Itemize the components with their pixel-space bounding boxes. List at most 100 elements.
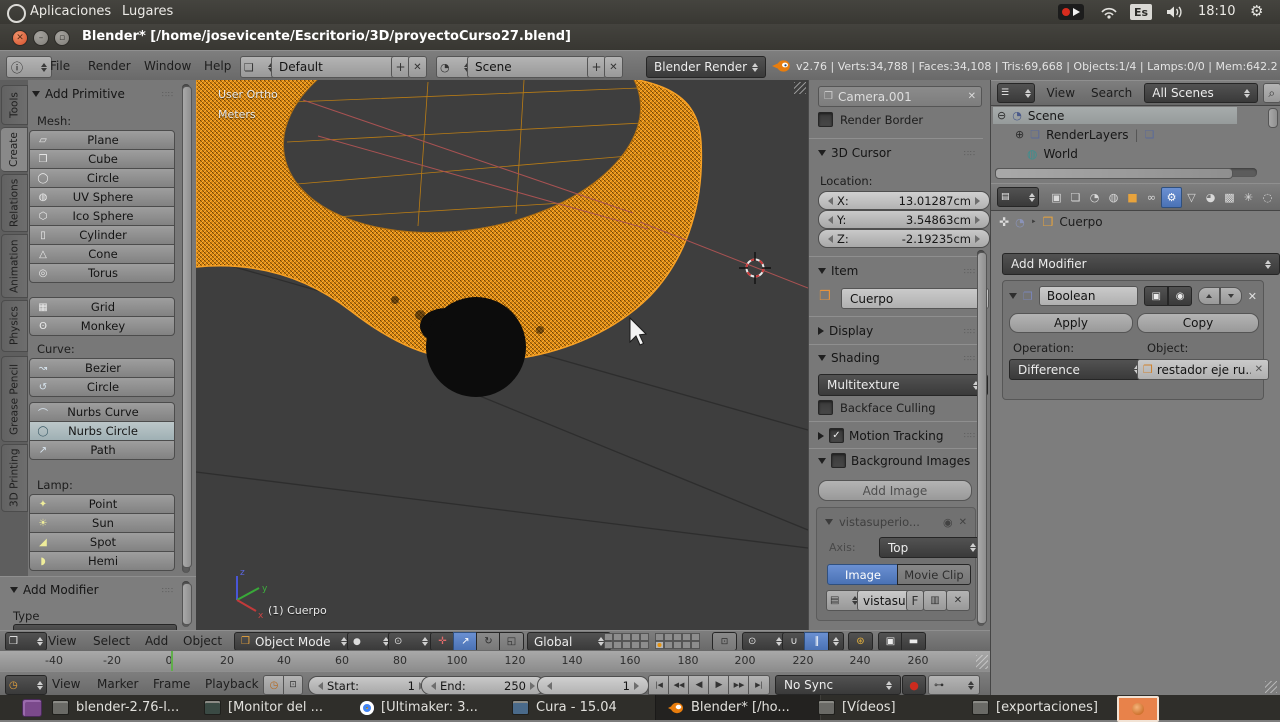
- shelf-tab-physics[interactable]: Physics: [1, 300, 28, 352]
- shelf-tab-create[interactable]: Create: [1, 127, 28, 172]
- viewport-3d[interactable]: z y x User Ortho Meters (1) Cuerpo: [196, 80, 808, 630]
- texture-tab-icon[interactable]: ▩: [1220, 188, 1239, 207]
- ubuntu-logo-icon[interactable]: [7, 4, 26, 23]
- render-visibility-toggle[interactable]: ▣: [1144, 286, 1168, 306]
- add-curve-circle-button[interactable]: ↺Circle: [29, 377, 175, 397]
- jump-to-start-button[interactable]: |◀: [648, 675, 670, 695]
- item-panel-header[interactable]: Item∷∷: [818, 264, 976, 278]
- panel-drag-dots[interactable]: ∷∷: [162, 586, 174, 595]
- add-cube-button[interactable]: ❒Cube: [29, 149, 175, 169]
- editor-type-selector[interactable]: ⓘ: [6, 56, 52, 78]
- modifier-panel-header[interactable]: ❐ Boolean ▣ ◉ ✕: [1009, 286, 1257, 306]
- speaker-icon[interactable]: [1166, 5, 1186, 19]
- viewport-menu-select[interactable]: Select: [93, 634, 130, 648]
- timeline-menu-view[interactable]: View: [52, 677, 80, 691]
- snap-peel-button[interactable]: ⊛: [848, 632, 873, 651]
- clock[interactable]: 18:10: [1198, 4, 1235, 19]
- add-primitive-panel-header[interactable]: Add Primitive ∷∷: [32, 87, 174, 101]
- snap-element-dropdown[interactable]: [828, 632, 844, 651]
- window-title-bar[interactable]: ✕ – ▫ Blender* [/home/josevicente/Escrit…: [0, 24, 1280, 50]
- menu-render[interactable]: Render: [88, 59, 131, 73]
- snap-toggle-button[interactable]: ∪: [782, 632, 806, 651]
- pivot-point-dropdown[interactable]: ⊙: [388, 632, 434, 651]
- viewport-menu-view[interactable]: View: [48, 634, 76, 648]
- shelf-tab-animation[interactable]: Animation: [1, 234, 28, 298]
- cursor-y-field[interactable]: Y:3.54863cm: [818, 210, 990, 229]
- add-nurbs-circle-button[interactable]: ◯Nurbs Circle: [29, 421, 175, 441]
- taskbar-item-blender-installer[interactable]: blender-2.76-l...: [52, 695, 179, 720]
- modifier-name-field[interactable]: Boolean: [1039, 286, 1138, 306]
- keyboard-layout-indicator[interactable]: Es: [1130, 4, 1152, 20]
- shelf-tab-relations[interactable]: Relations: [1, 174, 28, 232]
- taskbar-item-exportaciones[interactable]: [exportaciones]: [972, 695, 1098, 720]
- close-icon[interactable]: ✕: [968, 91, 976, 102]
- n-panel-scrollbar[interactable]: [977, 250, 985, 626]
- renderlayer-badge-icon[interactable]: ❏: [1145, 128, 1155, 141]
- clear-object-icon[interactable]: ✕: [1255, 364, 1263, 375]
- applications-menu[interactable]: Aplicaciones: [30, 4, 111, 19]
- mode-dropdown[interactable]: ❒ Object Mode: [234, 632, 354, 651]
- expand-icon[interactable]: ⊕: [1015, 128, 1024, 141]
- timeline-menu-marker[interactable]: Marker: [97, 677, 138, 691]
- outliner-scope-dropdown[interactable]: All Scenes: [1144, 83, 1257, 103]
- add-path-button[interactable]: ↗Path: [29, 440, 175, 460]
- viewport-menu-add[interactable]: Add: [145, 634, 168, 648]
- background-images-checkbox[interactable]: [831, 453, 846, 468]
- area-corner-grip[interactable]: [976, 655, 988, 669]
- taskbar-recorder-button[interactable]: [1117, 696, 1159, 722]
- layout-delete-button[interactable]: ✕: [408, 56, 427, 78]
- particles-tab-icon[interactable]: ✳: [1239, 188, 1258, 207]
- render-border-row[interactable]: Render Border: [818, 112, 923, 127]
- shelf-tab-tools[interactable]: Tools: [1, 85, 28, 125]
- taskbar-item-blender-active[interactable]: Blender* [/ho...: [655, 695, 821, 720]
- places-menu[interactable]: Lugares: [122, 4, 173, 19]
- add-cone-button[interactable]: △Cone: [29, 244, 175, 264]
- tool-shelf-scrollbar[interactable]: [182, 84, 190, 573]
- breadcrumb-scene-icon[interactable]: ◔: [1015, 216, 1025, 229]
- scale-manipulator-button[interactable]: ◱: [499, 632, 524, 651]
- properties-editor-selector[interactable]: ▤: [997, 187, 1039, 207]
- session-gear-icon[interactable]: ⚙: [1250, 2, 1263, 20]
- current-frame-field[interactable]: 1: [537, 676, 649, 695]
- auto-keyframe-record-button[interactable]: ●: [902, 675, 926, 695]
- outliner-row-renderlayers[interactable]: ⊕ ❏ RenderLayers | ❏: [1015, 126, 1154, 143]
- object-name-field[interactable]: Cuerpo: [841, 288, 989, 309]
- pin-icon[interactable]: ✜: [999, 215, 1009, 229]
- backface-culling-checkbox[interactable]: [818, 400, 833, 415]
- delete-modifier-icon[interactable]: ✕: [1248, 290, 1257, 303]
- viewport-editor-selector[interactable]: ❒: [5, 632, 47, 651]
- add-circle-button[interactable]: ◯Circle: [29, 168, 175, 188]
- outliner-row-scene[interactable]: ⊖ ◔ Scene: [993, 107, 1237, 124]
- motion-tracking-checkbox[interactable]: ✓: [829, 428, 844, 443]
- breadcrumb-object-name[interactable]: Cuerpo: [1059, 215, 1102, 229]
- next-keyframe-button[interactable]: ▶▶: [728, 675, 750, 695]
- taskbar-item-cura[interactable]: Cura - 15.04: [512, 695, 617, 720]
- source-image-tab[interactable]: Image: [827, 564, 899, 585]
- taskbar-item-system-monitor[interactable]: [Monitor del ...: [204, 695, 323, 720]
- layout-name-field[interactable]: Default: [271, 56, 405, 78]
- object-data-tab-icon[interactable]: ▽: [1182, 188, 1201, 207]
- cursor-x-field[interactable]: X:13.01287cm: [818, 191, 990, 210]
- copy-button[interactable]: Copy: [1137, 313, 1259, 333]
- source-movie-clip-tab[interactable]: Movie Clip: [897, 564, 971, 585]
- shelf-tab-grease-pencil[interactable]: Grease Pencil: [1, 356, 28, 442]
- 3d-cursor-panel-header[interactable]: 3D Cursor∷∷: [818, 146, 976, 160]
- window-minimize-button[interactable]: –: [33, 30, 49, 46]
- modifiers-tab-icon-active[interactable]: ⚙: [1161, 187, 1182, 208]
- add-cylinder-button[interactable]: ▯Cylinder: [29, 225, 175, 245]
- move-modifier-down-button[interactable]: [1220, 287, 1242, 305]
- menu-file[interactable]: File: [50, 59, 70, 73]
- add-ico-sphere-button[interactable]: ⬡Ico Sphere: [29, 206, 175, 226]
- add-point-lamp-button[interactable]: ✦Point: [29, 494, 175, 514]
- sync-mode-dropdown[interactable]: No Sync: [775, 675, 901, 695]
- backface-culling-row[interactable]: Backface Culling: [818, 400, 936, 415]
- timeline-editor-selector[interactable]: ◷: [5, 675, 47, 695]
- manipulator-toggle-button[interactable]: ✛: [430, 632, 455, 651]
- jump-to-end-button[interactable]: ▶|: [748, 675, 770, 695]
- outliner-search-button[interactable]: ⌕: [1263, 83, 1280, 103]
- fake-user-button[interactable]: F: [906, 590, 924, 611]
- rotate-manipulator-button[interactable]: ↻: [476, 632, 501, 651]
- add-image-button[interactable]: Add Image: [818, 480, 972, 501]
- collapse-icon[interactable]: ⊖: [997, 109, 1006, 122]
- add-uv-sphere-button[interactable]: ◍UV Sphere: [29, 187, 175, 207]
